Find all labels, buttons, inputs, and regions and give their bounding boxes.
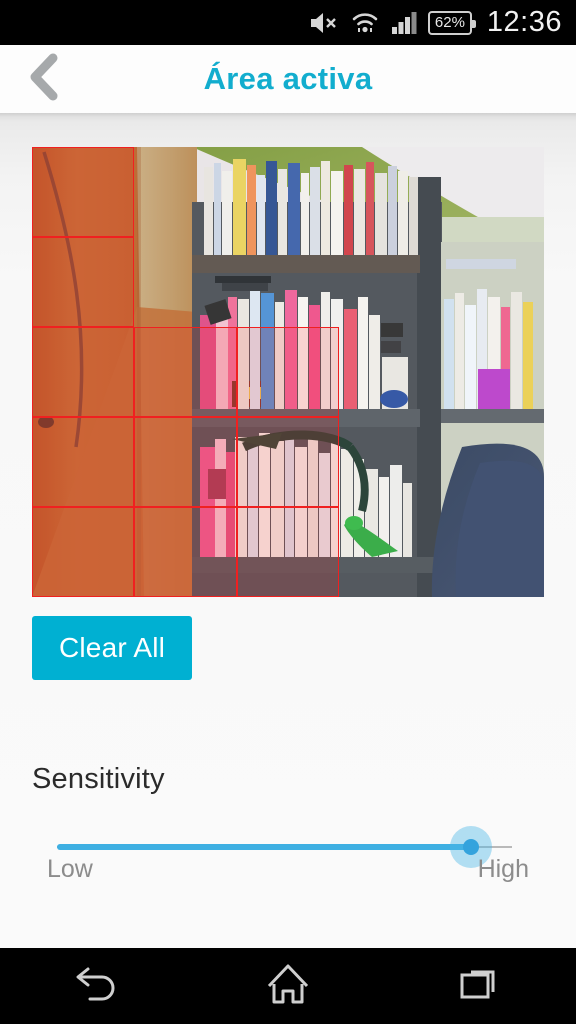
motion-grid-cell[interactable]	[236, 327, 340, 417]
motion-grid-cell[interactable]	[134, 327, 237, 417]
motion-grid-cell[interactable]	[442, 327, 544, 417]
motion-grid-cell[interactable]	[236, 507, 340, 597]
motion-grid-cell[interactable]	[339, 507, 441, 597]
motion-grid-cell[interactable]	[134, 507, 237, 597]
motion-grid-cell[interactable]	[442, 417, 544, 507]
back-button[interactable]	[0, 45, 86, 113]
recents-squares-icon	[459, 964, 501, 1009]
sensitivity-label: Sensitivity	[32, 763, 165, 795]
motion-grid-cell[interactable]	[32, 417, 135, 507]
back-arrow-icon	[72, 963, 120, 1010]
battery-percent-label: 62%	[434, 14, 465, 31]
status-bar: 62% 12:36	[0, 0, 576, 45]
motion-grid-cell[interactable]	[339, 147, 441, 237]
signal-bars-icon	[391, 11, 417, 35]
recents-nav-button[interactable]	[384, 948, 576, 1024]
home-icon	[265, 962, 311, 1011]
motion-grid-cell[interactable]	[134, 417, 237, 507]
motion-detection-grid[interactable]	[32, 147, 544, 597]
chevron-left-icon	[26, 53, 60, 106]
page-title: Área activa	[203, 61, 373, 96]
motion-grid-cell[interactable]	[32, 507, 135, 597]
slider-high-label: High	[477, 855, 529, 883]
back-nav-button[interactable]	[0, 948, 192, 1024]
motion-grid-cell[interactable]	[32, 147, 135, 237]
system-navigation-bar	[0, 948, 576, 1024]
motion-grid-cell[interactable]	[32, 237, 135, 327]
slider-track-fill	[57, 844, 472, 850]
motion-grid-cell[interactable]	[339, 327, 441, 417]
header-divider	[0, 113, 576, 122]
motion-grid-cell[interactable]	[134, 237, 236, 327]
main-content: Clear All Sensitivity Low High	[0, 122, 576, 948]
motion-grid-cell[interactable]	[442, 237, 544, 327]
slider-low-label: Low	[47, 855, 93, 883]
app-header: Área activa	[0, 45, 576, 113]
motion-grid-cell[interactable]	[237, 147, 339, 237]
motion-grid-cell[interactable]	[442, 507, 544, 597]
motion-grid-cell[interactable]	[442, 147, 544, 237]
clear-all-button[interactable]: Clear All	[32, 616, 192, 680]
motion-grid-cell[interactable]	[134, 147, 236, 237]
motion-grid-cell[interactable]	[236, 417, 340, 507]
motion-grid-cell[interactable]	[339, 417, 441, 507]
wifi-icon	[350, 10, 380, 36]
motion-grid-cell[interactable]	[32, 327, 135, 417]
status-bar-clock: 12:36	[486, 6, 562, 38]
battery-icon: 62%	[427, 10, 476, 35]
motion-grid-cell[interactable]	[237, 237, 339, 327]
motion-grid-cell[interactable]	[339, 237, 441, 327]
volume-mute-icon	[309, 10, 339, 36]
home-nav-button[interactable]	[192, 948, 384, 1024]
camera-motion-grid-preview[interactable]	[32, 147, 544, 597]
